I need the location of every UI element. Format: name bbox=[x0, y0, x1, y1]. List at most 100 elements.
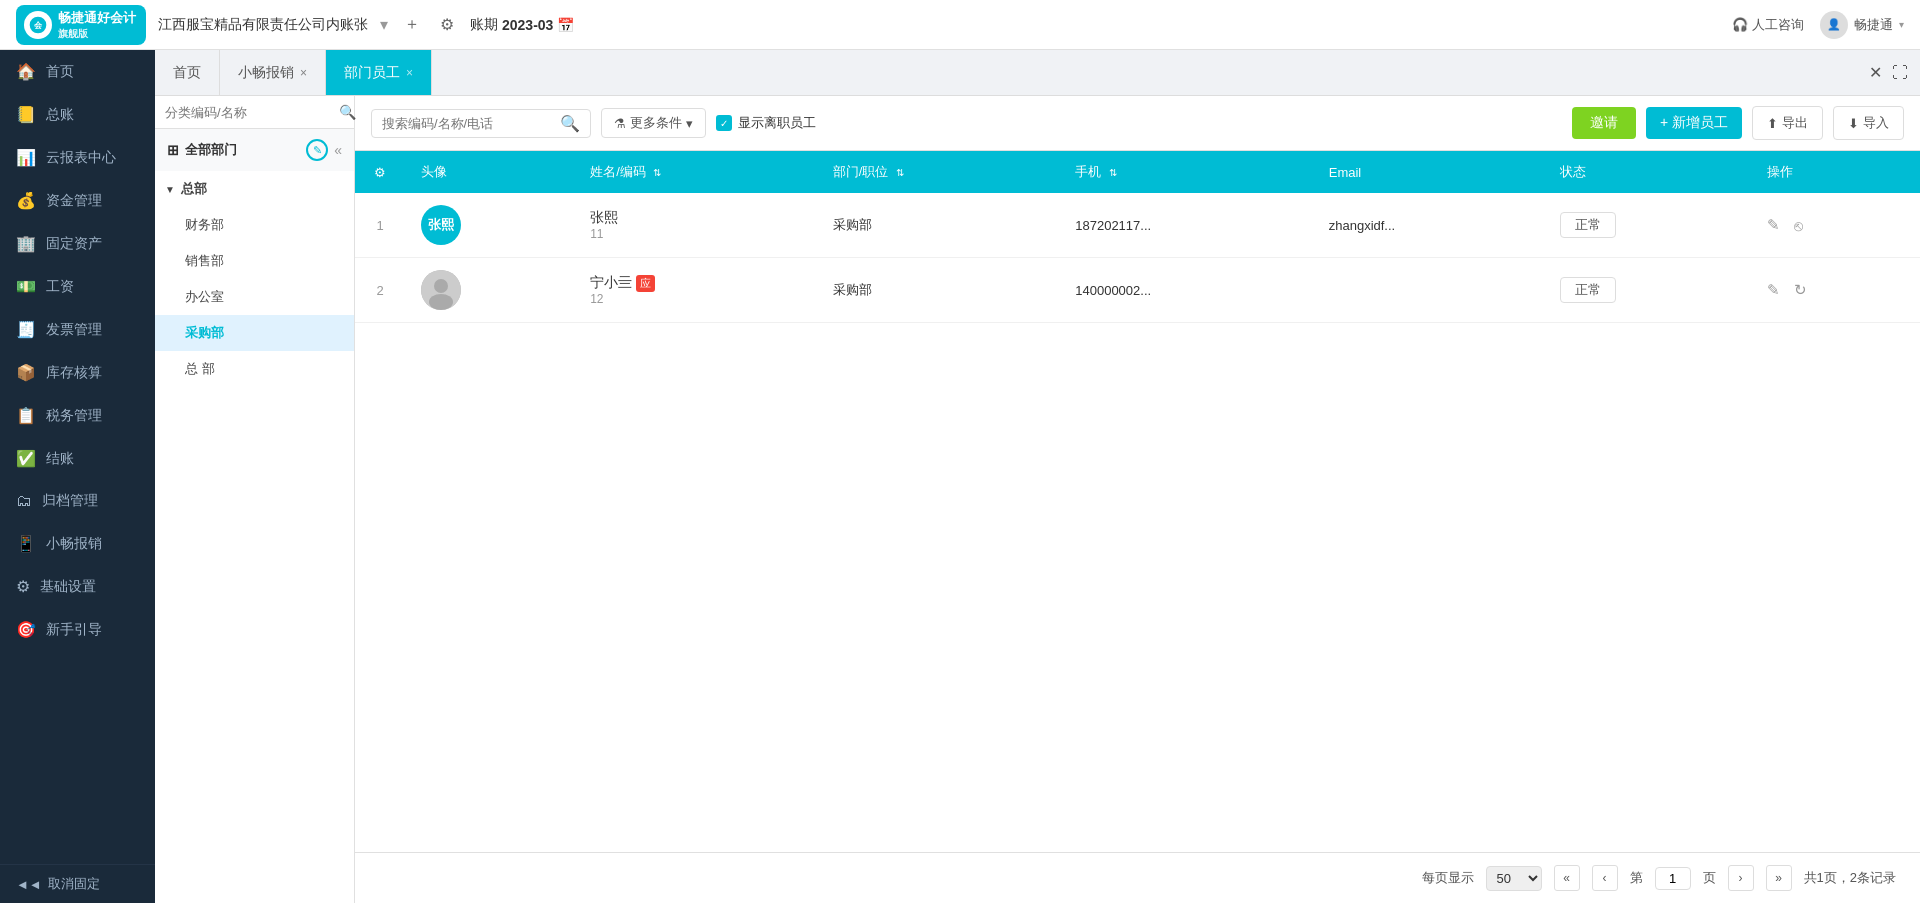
next-page-button[interactable]: › bbox=[1728, 865, 1754, 891]
tab-expense-close-icon[interactable]: × bbox=[300, 66, 307, 80]
headset-icon: 🎧 bbox=[1732, 17, 1748, 32]
import-button[interactable]: ⬇ 导入 bbox=[1833, 106, 1904, 140]
col-phone[interactable]: 手机 ⇅ bbox=[1059, 151, 1312, 193]
edit-button-2[interactable]: ✎ bbox=[1767, 281, 1780, 299]
avatar-2 bbox=[421, 270, 461, 310]
status-cell-1: 正常 bbox=[1544, 193, 1751, 258]
sidebar: 🏠 首页 📒 总账 📊 云报表中心 💰 资金管理 🏢 固定资产 💵 工资 🧾 发… bbox=[0, 50, 155, 903]
sidebar-item-reports[interactable]: 📊 云报表中心 bbox=[0, 136, 155, 179]
filter-icon: ⚗ bbox=[614, 116, 626, 131]
sidebar-bottom: ◄◄ 取消固定 bbox=[0, 864, 155, 903]
ledger-icon: 📒 bbox=[16, 105, 36, 124]
pin-icon: ◄◄ bbox=[16, 877, 42, 892]
dept-node-finance[interactable]: 财务部 bbox=[155, 207, 354, 243]
phone-cell-2: 140000002... bbox=[1059, 258, 1312, 323]
support-button[interactable]: 🎧 人工咨询 bbox=[1732, 16, 1804, 34]
sidebar-item-archive[interactable]: 🗂 归档管理 bbox=[0, 480, 155, 522]
company-name[interactable]: 江西服宝精品有限责任公司内账张 bbox=[158, 16, 368, 34]
dept-node-root[interactable]: ▼ 总部 bbox=[155, 171, 354, 207]
prev-page-button[interactable]: ‹ bbox=[1592, 865, 1618, 891]
tab-home[interactable]: 首页 bbox=[155, 50, 220, 95]
svg-point-4 bbox=[429, 294, 453, 310]
edit-button-1[interactable]: ✎ bbox=[1767, 216, 1780, 234]
dept-node-headquarters[interactable]: 总 部 bbox=[155, 351, 354, 387]
tabs-right: ✕ ⛶ bbox=[1857, 63, 1920, 82]
col-name[interactable]: 姓名/编码 ⇅ bbox=[574, 151, 817, 193]
sidebar-item-guide[interactable]: 🎯 新手引导 bbox=[0, 608, 155, 651]
sidebar-item-fixed-assets[interactable]: 🏢 固定资产 bbox=[0, 222, 155, 265]
page-number-input[interactable] bbox=[1655, 867, 1691, 890]
status-badge-2: 正常 bbox=[1560, 277, 1616, 303]
invoice-icon: 🧾 bbox=[16, 320, 36, 339]
add-tab-button[interactable]: ＋ bbox=[400, 10, 424, 39]
tab-expand-button[interactable]: ⛶ bbox=[1892, 64, 1908, 82]
col-dept[interactable]: 部门/职位 ⇅ bbox=[817, 151, 1060, 193]
sidebar-item-general-ledger[interactable]: 📒 总账 bbox=[0, 93, 155, 136]
tab-close-button[interactable]: ✕ bbox=[1869, 63, 1882, 82]
archive-icon: 🗂 bbox=[16, 492, 32, 510]
salary-icon: 💵 bbox=[16, 277, 36, 296]
reports-icon: 📊 bbox=[16, 148, 36, 167]
sidebar-item-inventory[interactable]: 📦 库存核算 bbox=[0, 351, 155, 394]
last-page-button[interactable]: » bbox=[1766, 865, 1792, 891]
show-resigned-toggle[interactable]: ✓ 显示离职员工 bbox=[716, 114, 816, 132]
settings-button[interactable]: ⚙ bbox=[436, 11, 458, 38]
close-account-icon: ✅ bbox=[16, 449, 36, 468]
filter-dropdown-icon: ▾ bbox=[686, 116, 693, 131]
sidebar-item-expense[interactable]: 📱 小畅报销 bbox=[0, 522, 155, 565]
tab-department-employees[interactable]: 部门员工 × bbox=[326, 50, 432, 95]
dropdown-arrow-icon[interactable]: ▾ bbox=[380, 15, 388, 34]
dept-search-icon[interactable]: 🔍 bbox=[339, 104, 356, 120]
avatar-1: 张熙 bbox=[421, 205, 461, 245]
col-settings[interactable]: ⚙ bbox=[355, 151, 405, 193]
sidebar-item-home[interactable]: 🏠 首页 bbox=[0, 50, 155, 93]
dept-node-sales[interactable]: 销售部 bbox=[155, 243, 354, 279]
col-settings-icon[interactable]: ⚙ bbox=[374, 165, 386, 180]
user-dropdown-arrow-icon: ▾ bbox=[1899, 19, 1904, 30]
dept-cell-1: 采购部 bbox=[817, 193, 1060, 258]
export-button[interactable]: ⬆ 导出 bbox=[1752, 106, 1823, 140]
assets-icon: 🏢 bbox=[16, 234, 36, 253]
resigned-checkbox[interactable]: ✓ bbox=[716, 115, 732, 131]
logout-button-1[interactable]: ⎋ bbox=[1794, 217, 1803, 234]
first-page-button[interactable]: « bbox=[1554, 865, 1580, 891]
employee-table: ⚙ 头像 姓名/编码 ⇅ 部门/职位 ⇅ bbox=[355, 151, 1920, 323]
sidebar-item-invoice[interactable]: 🧾 发票管理 bbox=[0, 308, 155, 351]
sidebar-item-capital[interactable]: 💰 资金管理 bbox=[0, 179, 155, 222]
refresh-button-2[interactable]: ↻ bbox=[1794, 281, 1807, 299]
dept-search-input[interactable] bbox=[165, 105, 333, 120]
dept-cell-2: 采购部 bbox=[817, 258, 1060, 323]
per-page-select[interactable]: 50 100 200 bbox=[1486, 866, 1542, 891]
employee-search-input[interactable] bbox=[382, 116, 554, 131]
more-filter-button[interactable]: ⚗ 更多条件 ▾ bbox=[601, 108, 706, 138]
sidebar-item-close-account[interactable]: ✅ 结账 bbox=[0, 437, 155, 480]
dept-node-office[interactable]: 办公室 bbox=[155, 279, 354, 315]
dept-collapse-icon[interactable]: « bbox=[334, 142, 342, 158]
tab-dept-close-icon[interactable]: × bbox=[406, 66, 413, 80]
invite-button[interactable]: 邀请 bbox=[1572, 107, 1636, 139]
sidebar-item-basic-settings[interactable]: ⚙ 基础设置 bbox=[0, 565, 155, 608]
calendar-icon[interactable]: 📅 bbox=[557, 17, 574, 33]
dept-node-purchase[interactable]: 采购部 bbox=[155, 315, 354, 351]
cancel-fixed-button[interactable]: ◄◄ 取消固定 bbox=[0, 865, 155, 903]
user-area[interactable]: 👤 畅捷通 ▾ bbox=[1820, 11, 1904, 39]
employee-search-icon[interactable]: 🔍 bbox=[560, 114, 580, 133]
tab-expense[interactable]: 小畅报销 × bbox=[220, 50, 326, 95]
export-icon: ⬆ bbox=[1767, 116, 1778, 131]
sidebar-item-salary[interactable]: 💵 工资 bbox=[0, 265, 155, 308]
toolbar-right: 邀请 + 新增员工 ⬆ 导出 ⬇ 导入 bbox=[1572, 106, 1904, 140]
action-icons-1: ✎ ⎋ bbox=[1767, 216, 1904, 234]
svg-text:会: 会 bbox=[33, 20, 43, 30]
add-employee-button[interactable]: + 新增员工 bbox=[1646, 107, 1742, 139]
dept-edit-button[interactable]: ✎ bbox=[306, 139, 328, 161]
action-cell-2: ✎ ↻ bbox=[1751, 258, 1920, 323]
capital-icon: 💰 bbox=[16, 191, 36, 210]
left-panel: 🔍 ⊞ 全部部门 ✎ « ▼ 总部 bbox=[155, 96, 355, 903]
home-icon: 🏠 bbox=[16, 62, 36, 81]
top-bar: 会 畅捷通好会计 旗舰版 江西服宝精品有限责任公司内账张 ▾ ＋ ⚙ 账期 20… bbox=[0, 0, 1920, 50]
sidebar-item-tax[interactable]: 📋 税务管理 bbox=[0, 394, 155, 437]
ying-badge: 应 bbox=[636, 275, 655, 292]
expense-icon: 📱 bbox=[16, 534, 36, 553]
dept-root-label[interactable]: ⊞ 全部部门 bbox=[167, 141, 237, 159]
name-cell-2: 宁小亖 应 12 bbox=[574, 258, 817, 323]
